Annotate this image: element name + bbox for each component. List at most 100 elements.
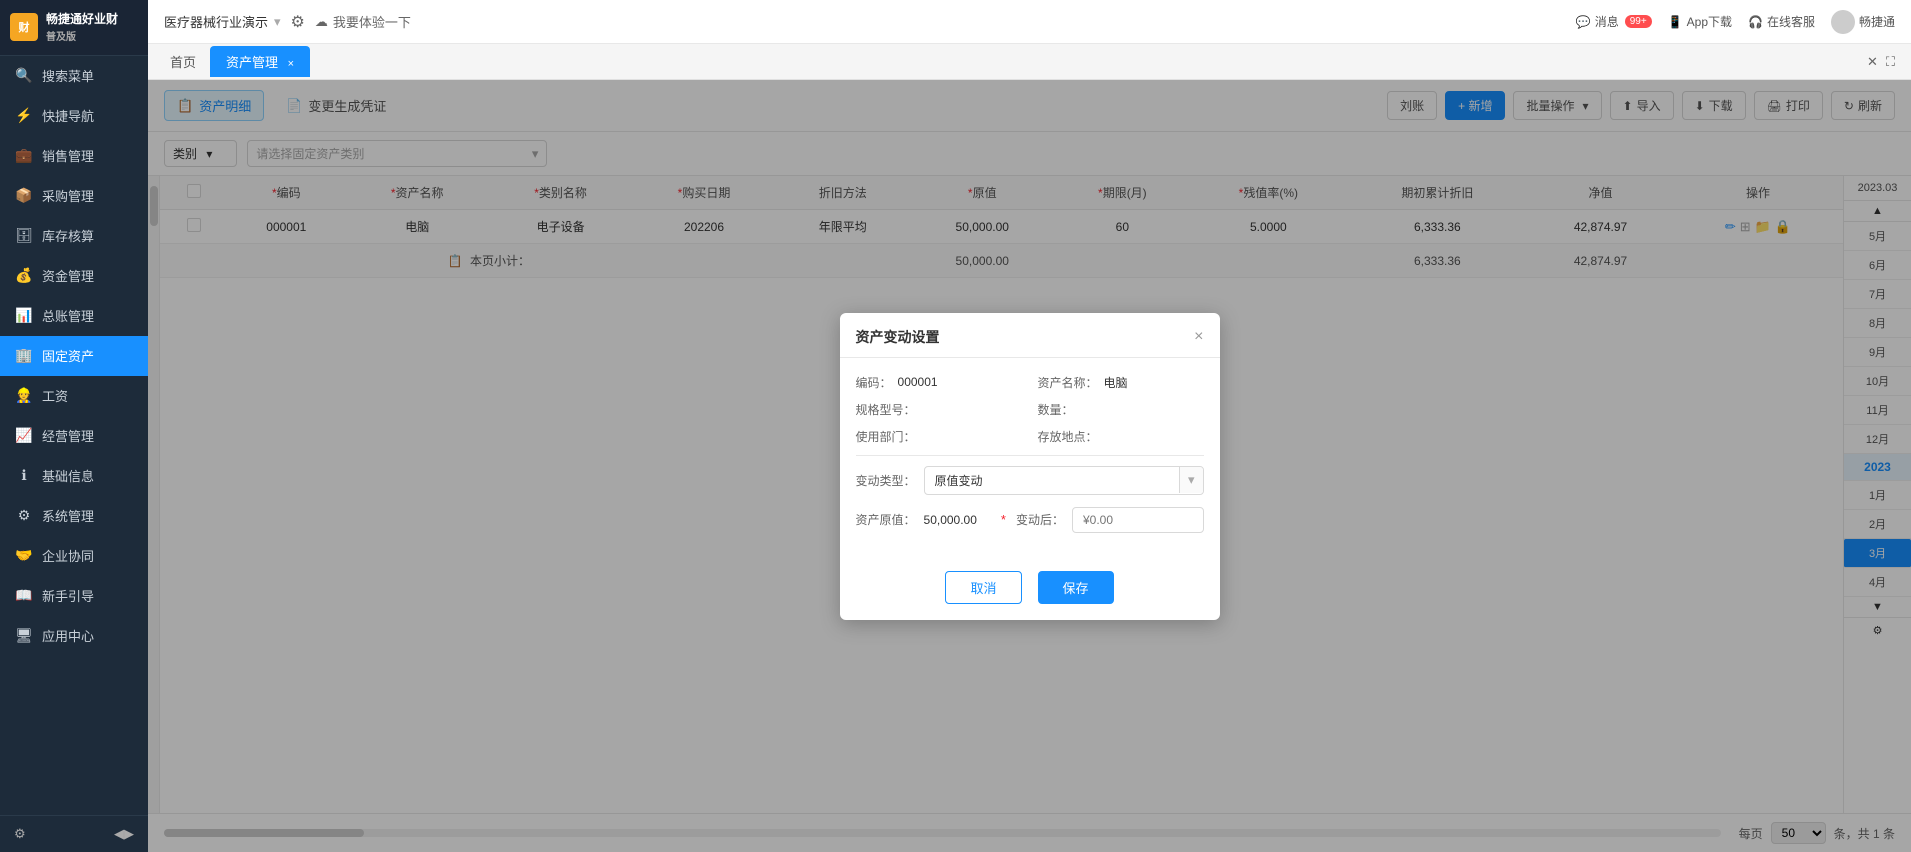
sidebar-item-quicknav[interactable]: ⚡ 快捷导航	[0, 96, 148, 136]
sidebar-item-label: 库存核算	[42, 226, 94, 245]
feedback-icon: ☁	[315, 14, 328, 30]
sidebar-item-label: 系统管理	[42, 506, 94, 525]
guide-icon: 📖	[14, 586, 34, 606]
tab-home[interactable]: 首页	[156, 46, 210, 77]
sidebar-item-label: 销售管理	[42, 146, 94, 165]
app-download-btn[interactable]: 📱 App下载	[1668, 13, 1732, 30]
window-maximize-icon[interactable]: ⛶	[1886, 54, 1895, 70]
field-quantity: 数量：	[1038, 401, 1204, 418]
sidebar-item-label: 工资	[42, 386, 68, 405]
download-icon: 📱	[1668, 15, 1683, 29]
app-logo: 财 畅捷通好业财 普及版	[0, 0, 148, 56]
basics-icon: ℹ	[14, 466, 34, 486]
company-dropdown-icon: ▾	[274, 14, 281, 30]
cancel-button[interactable]: 取消	[945, 571, 1021, 604]
system-icon: ⚙	[14, 506, 34, 526]
dialog-body: 编码： 000001 资产名称： 电脑 规格型号：	[840, 358, 1220, 561]
sidebar-item-sales[interactable]: 💼 销售管理	[0, 136, 148, 176]
dialog-row-2: 规格型号： 数量：	[856, 401, 1204, 418]
modal-overlay: 资产变动设置 × 编码： 000001 资产名称： 电脑	[148, 80, 1911, 852]
page-content: 📋 资产明细 📄 变更生成凭证 刘账 + 新增	[148, 80, 1911, 852]
business-icon: 📈	[14, 426, 34, 446]
sidebar-item-label: 采购管理	[42, 186, 94, 205]
field-spec: 规格型号：	[856, 401, 1022, 418]
sidebar-item-app-center[interactable]: 🖥 应用中心	[0, 616, 148, 656]
dialog-row-1: 编码： 000001 资产名称： 电脑	[856, 374, 1204, 391]
sidebar-footer: ⚙ ◀▶	[0, 815, 148, 852]
sidebar-item-salary[interactable]: 👷 工资	[0, 376, 148, 416]
sidebar-item-finance[interactable]: 💰 资金管理	[0, 256, 148, 296]
sidebar-item-business[interactable]: 📈 经营管理	[0, 416, 148, 456]
message-icon: 💬	[1576, 15, 1591, 29]
tab-asset-management[interactable]: 资产管理 ×	[210, 46, 310, 77]
collab-icon: 🤝	[14, 546, 34, 566]
field-dept: 使用部门：	[856, 428, 1022, 445]
service-icon: 🎧	[1748, 15, 1763, 29]
sidebar-item-label: 新手引导	[42, 586, 94, 605]
fixed-assets-icon: 🏢	[14, 346, 34, 366]
settings-gear-icon[interactable]: ⚙	[291, 12, 305, 32]
logo-icon: 财	[10, 13, 38, 41]
customer-service-btn[interactable]: 🎧 在线客服	[1748, 13, 1815, 30]
field-asset-name: 资产名称： 电脑	[1038, 374, 1204, 391]
dialog-header: 资产变动设置 ×	[840, 313, 1220, 358]
field-code: 编码： 000001	[856, 374, 1022, 391]
sidebar-item-fixed-assets[interactable]: 🏢 固定资产	[0, 336, 148, 376]
user-avatar[interactable]: 畅捷通	[1831, 10, 1895, 34]
sidebar: 财 畅捷通好业财 普及版 🔍 搜索菜单 ⚡ 快捷导航 💼 销售管理 📦 采购管理…	[0, 0, 148, 852]
sidebar-item-label: 企业协同	[42, 546, 94, 565]
dialog-row-3: 使用部门： 存放地点：	[856, 428, 1204, 445]
save-button[interactable]: 保存	[1038, 571, 1114, 604]
dialog-footer: 取消 保存	[840, 561, 1220, 620]
tabs-bar: 首页 资产管理 × ✕ ⛶	[148, 44, 1911, 80]
sidebar-item-purchase[interactable]: 📦 采购管理	[0, 176, 148, 216]
tab-close-icon[interactable]: ×	[288, 58, 294, 70]
app-center-icon: 🖥	[14, 626, 34, 646]
sidebar-item-collab[interactable]: 🤝 企业协同	[0, 536, 148, 576]
sidebar-item-basics[interactable]: ℹ 基础信息	[0, 456, 148, 496]
asset-name-value: 电脑	[1104, 374, 1128, 391]
sidebar-item-label: 应用中心	[42, 626, 94, 645]
topbar: 医疗器械行业演示 ▾ ⚙ ☁ 我要体验一下 💬 消息 99+ 📱 App下载 🎧…	[148, 0, 1911, 44]
ledger-icon: 📊	[14, 306, 34, 326]
settings-icon[interactable]: ⚙	[14, 826, 26, 842]
sidebar-item-label: 快捷导航	[42, 106, 94, 125]
sidebar-item-search[interactable]: 🔍 搜索菜单	[0, 56, 148, 96]
main-container: 医疗器械行业演示 ▾ ⚙ ☁ 我要体验一下 💬 消息 99+ 📱 App下载 🎧…	[148, 0, 1911, 852]
change-type-value: 原值变动	[925, 467, 1179, 494]
asset-change-dialog: 资产变动设置 × 编码： 000001 资产名称： 电脑	[840, 313, 1220, 620]
sidebar-item-label: 基础信息	[42, 466, 94, 485]
messages-btn[interactable]: 💬 消息 99+	[1576, 13, 1652, 30]
inventory-icon: 🗄	[14, 226, 34, 246]
sidebar-item-label: 搜索菜单	[42, 66, 94, 85]
avatar-icon	[1831, 10, 1855, 34]
app-edition: 普及版	[46, 28, 118, 43]
purchase-icon: 📦	[14, 186, 34, 206]
quicknav-icon: ⚡	[14, 106, 34, 126]
app-name: 畅捷通好业财	[46, 12, 118, 28]
change-type-arrow: ▾	[1179, 467, 1203, 493]
messages-badge: 99+	[1625, 15, 1652, 28]
dialog-title: 资产变动设置	[856, 327, 940, 347]
company-selector[interactable]: 医疗器械行业演示 ▾	[164, 12, 281, 31]
sidebar-item-system[interactable]: ⚙ 系统管理	[0, 496, 148, 536]
finance-icon: 💰	[14, 266, 34, 286]
sidebar-item-label: 资金管理	[42, 266, 94, 285]
dialog-divider	[856, 455, 1204, 456]
window-close-icon[interactable]: ✕	[1867, 54, 1878, 70]
field-location: 存放地点：	[1038, 428, 1204, 445]
sidebar-item-label: 经营管理	[42, 426, 94, 445]
collapse-icon[interactable]: ◀▶	[114, 826, 134, 842]
code-value: 000001	[898, 375, 938, 389]
original-value-display: 50,000.00	[924, 513, 977, 527]
dialog-value-row: 资产原值： 50,000.00 * 变动后：	[856, 507, 1204, 533]
sidebar-item-ledger[interactable]: 📊 总账管理	[0, 296, 148, 336]
change-type-select[interactable]: 原值变动 ▾	[924, 466, 1204, 495]
sales-icon: 💼	[14, 146, 34, 166]
sidebar-item-guide[interactable]: 📖 新手引导	[0, 576, 148, 616]
after-value-input[interactable]	[1072, 507, 1204, 533]
sidebar-item-label: 总账管理	[42, 306, 94, 325]
sidebar-item-inventory[interactable]: 🗄 库存核算	[0, 216, 148, 256]
dialog-close-btn[interactable]: ×	[1194, 328, 1203, 346]
feedback-btn[interactable]: ☁ 我要体验一下	[315, 12, 411, 31]
